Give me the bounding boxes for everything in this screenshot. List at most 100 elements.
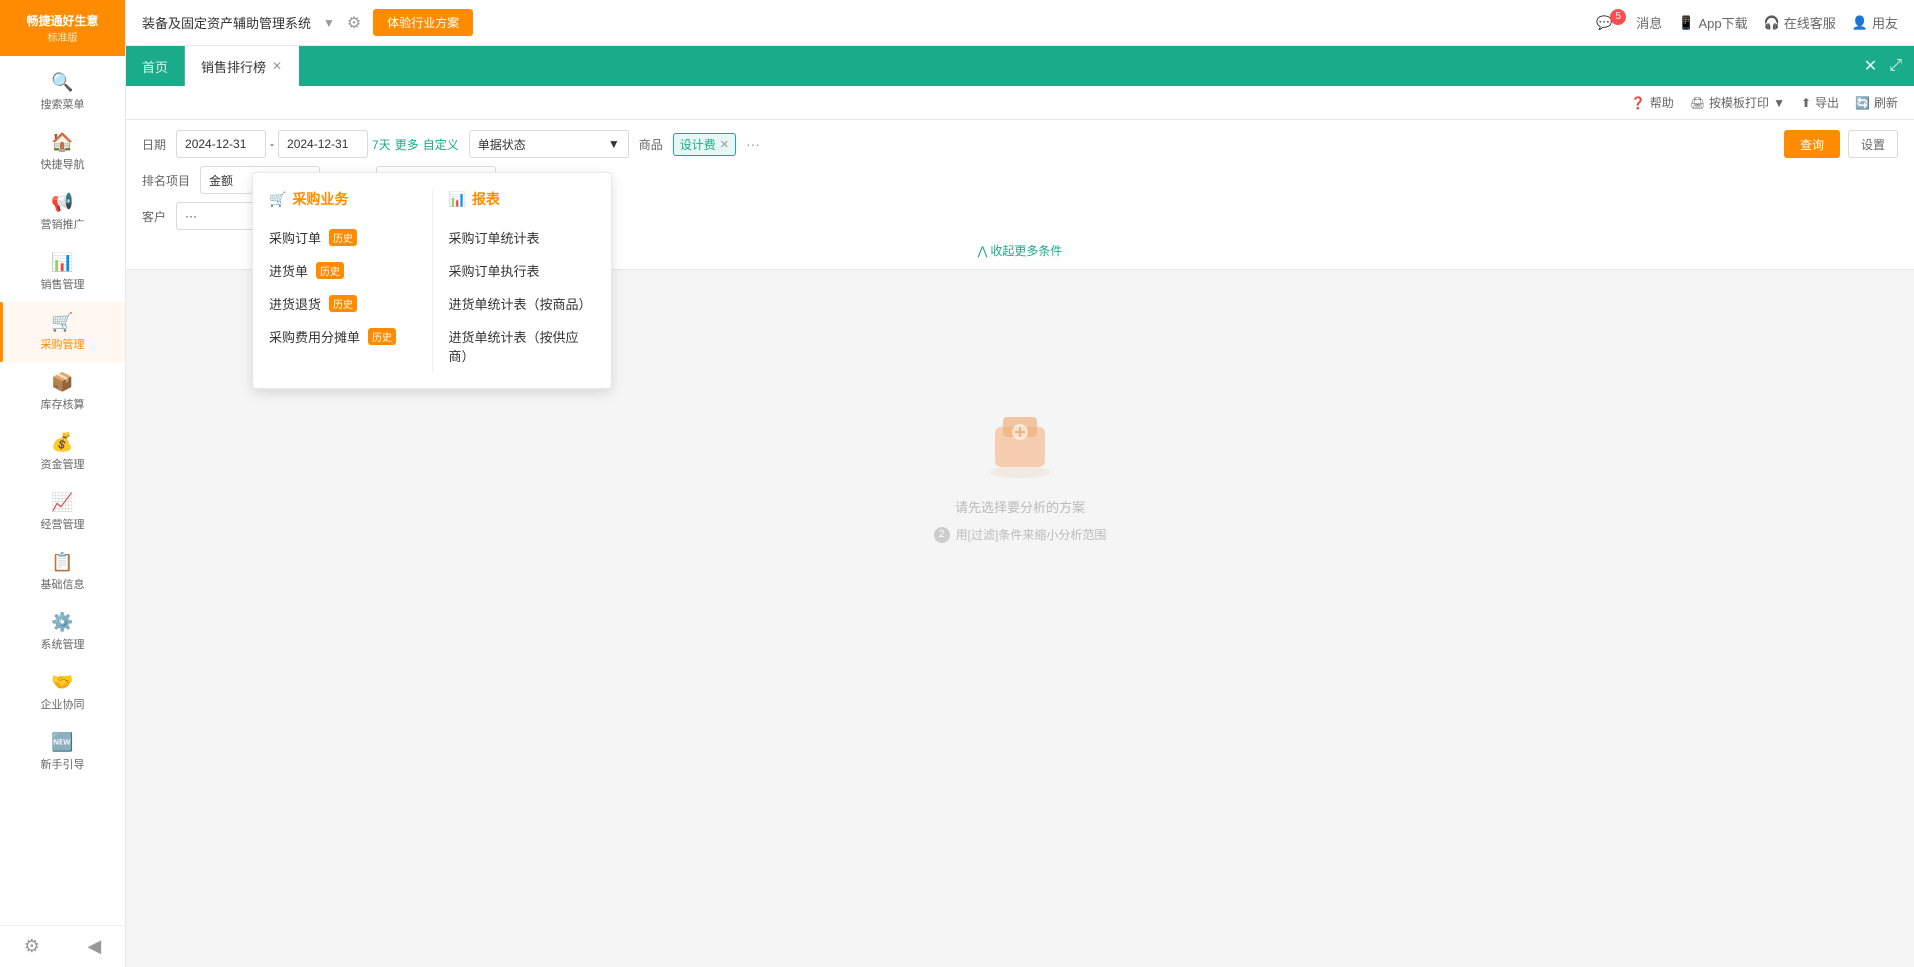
hint2-bullet: 2 xyxy=(934,527,950,543)
date-7days-link[interactable]: 7天 xyxy=(372,136,391,153)
popup-menu: 🛒 采购业务 采购订单 历史 进货单 历史 进货退货 历史 xyxy=(252,172,612,389)
user-btn[interactable]: 👤 用友 xyxy=(1852,13,1898,32)
sidebar-item-finance[interactable]: 💰 资金管理 xyxy=(0,422,125,482)
content-area: ❓ 帮助 🖨 按模板打印 ▼ ⬆ 导出 🔄 刷新 日期 xyxy=(126,86,1914,967)
filter-row-1: 日期 2024-12-31 - 2024-12-31 7天 更多 自定义 单据状… xyxy=(142,130,1898,158)
popup-item-expense[interactable]: 采购费用分摊单 历史 xyxy=(269,320,416,353)
help-icon: ❓ xyxy=(1631,96,1646,110)
sidebar-item-purchase[interactable]: 🛒 采购管理 xyxy=(0,302,125,362)
settings-footer-btn[interactable]: ⚙ xyxy=(24,936,40,957)
date-more-link[interactable]: 更多 xyxy=(395,136,419,153)
query-btn[interactable]: 查询 xyxy=(1784,130,1840,158)
tab-home[interactable]: 首页 xyxy=(126,46,185,86)
tabbar-actions: ✕ ⤢ xyxy=(1852,46,1914,86)
date-end-input[interactable]: 2024-12-31 xyxy=(278,130,368,158)
goods-more-icon[interactable]: ··· xyxy=(746,136,760,152)
sidebar-item-label: 经营管理 xyxy=(41,516,85,532)
collapse-btn[interactable]: ⋀ 收起更多条件 xyxy=(978,242,1063,259)
new-icon: 🆕 xyxy=(51,732,73,753)
user-label: 用友 xyxy=(1872,13,1898,32)
topbar-right: 💬 5 消息 📱 App下载 🎧 在线客服 👤 用友 xyxy=(1596,13,1898,32)
sidebar-item-label: 资金管理 xyxy=(41,456,85,472)
sidebar-item-sales[interactable]: 📊 销售管理 xyxy=(0,242,125,302)
export-icon: ⬆ xyxy=(1801,96,1811,110)
popup-item-badge-3: 历史 xyxy=(368,328,396,345)
clipboard-icon: 📋 xyxy=(51,552,73,573)
rank-value: 金额 xyxy=(209,172,233,189)
popup-item-label-1: 进货单 xyxy=(269,261,308,280)
handshake-icon: 🤝 xyxy=(51,672,73,693)
sidebar-item-label: 企业协同 xyxy=(41,696,85,712)
help-btn[interactable]: ❓ 帮助 xyxy=(1631,94,1674,111)
popup-item-order-stats[interactable]: 采购订单统计表 xyxy=(449,221,596,254)
refresh-btn[interactable]: 🔄 刷新 xyxy=(1855,94,1898,111)
purchase-section-title: 🛒 采购业务 xyxy=(269,189,416,209)
sidebar-item-quick-nav[interactable]: 🏠 快捷导航 xyxy=(0,122,125,182)
print-label: 按模板打印 xyxy=(1709,94,1769,111)
popup-item-incoming-stats-goods[interactable]: 进货单统计表（按商品） xyxy=(449,287,596,320)
date-start-input[interactable]: 2024-12-31 xyxy=(176,130,266,158)
goods-tag-text: 设计费 xyxy=(680,136,716,153)
export-btn[interactable]: ⬆ 导出 xyxy=(1801,94,1839,111)
refresh-icon: 🔄 xyxy=(1855,96,1870,110)
message-btn[interactable]: 💬 5 消息 xyxy=(1596,13,1662,32)
logo-sub: 标准版 xyxy=(48,29,78,44)
settings-btn[interactable]: 设置 xyxy=(1848,130,1898,158)
tab-maximize-icon[interactable]: ⤢ xyxy=(1889,57,1902,75)
tab-sales-ranking[interactable]: 销售排行榜 ✕ xyxy=(185,46,299,86)
sidebar-item-label: 销售管理 xyxy=(41,276,85,292)
sidebar-item-inventory[interactable]: 📦 库存核算 xyxy=(0,362,125,422)
sidebar-item-operations[interactable]: 📈 经营管理 xyxy=(0,482,125,542)
popup-item-badge-2: 历史 xyxy=(329,295,357,312)
popup-item-label-0: 采购订单 xyxy=(269,228,321,247)
box-icon: 📦 xyxy=(51,372,73,393)
sidebar-item-label: 库存核算 xyxy=(41,396,85,412)
refresh-label: 刷新 xyxy=(1874,94,1898,111)
sidebar-item-guide[interactable]: 🆕 新手引导 xyxy=(0,722,125,782)
empty-hint1: 请先选择要分析的方案 xyxy=(955,497,1085,516)
sidebar-item-label: 营销推广 xyxy=(41,216,85,232)
industry-btn[interactable]: 体验行业方案 xyxy=(373,9,473,36)
toolbar: ❓ 帮助 🖨 按模板打印 ▼ ⬆ 导出 🔄 刷新 xyxy=(126,86,1914,120)
popup-item-incoming[interactable]: 进货单 历史 xyxy=(269,254,416,287)
popup-item-label-3: 采购费用分摊单 xyxy=(269,327,360,346)
gear-icon: ⚙️ xyxy=(51,612,73,633)
sidebar-footer: ⚙ ◀ xyxy=(0,925,125,967)
sidebar-item-search[interactable]: 🔍 搜索菜单 xyxy=(0,62,125,122)
phone-icon: 📱 xyxy=(1678,15,1694,31)
tabbar: 首页 销售排行榜 ✕ ✕ ⤢ xyxy=(126,46,1914,86)
line-chart-icon: 📈 xyxy=(51,492,73,513)
print-btn[interactable]: 🖨 按模板打印 ▼ xyxy=(1690,94,1785,111)
sidebar-item-label: 系统管理 xyxy=(41,636,85,652)
tab-minimize-icon[interactable]: ✕ xyxy=(1864,56,1877,76)
topbar-dropdown-arrow[interactable]: ▼ xyxy=(323,16,335,30)
print-dropdown-icon[interactable]: ▼ xyxy=(1773,96,1785,110)
report-section-title: 📊 报表 xyxy=(449,189,596,209)
goods-filter-label: 商品 xyxy=(639,136,663,153)
popup-report-label-0: 采购订单统计表 xyxy=(449,228,540,247)
goods-tag-close-icon[interactable]: ✕ xyxy=(720,138,729,151)
status-select[interactable]: 单据状态 ▼ xyxy=(469,130,629,158)
popup-item-purchase-order[interactable]: 采购订单 历史 xyxy=(269,221,416,254)
date-custom-link[interactable]: 自定义 xyxy=(423,136,459,153)
empty-hint2: 2 用[过滤]条件来缩小分析范围 xyxy=(934,526,1107,543)
app-download-btn[interactable]: 📱 App下载 xyxy=(1678,13,1747,32)
online-service-btn[interactable]: 🎧 在线客服 xyxy=(1764,13,1836,32)
popup-item-return[interactable]: 进货退货 历史 xyxy=(269,287,416,320)
collapse-sidebar-btn[interactable]: ◀ xyxy=(87,936,101,957)
topbar-settings-icon[interactable]: ⚙ xyxy=(347,13,361,33)
popup-item-incoming-stats-supplier[interactable]: 进货单统计表（按供应商） xyxy=(449,320,596,372)
sidebar-item-basic-info[interactable]: 📋 基础信息 xyxy=(0,542,125,602)
online-service-label: 在线客服 xyxy=(1784,13,1836,32)
customer-label: 客户 xyxy=(142,208,166,225)
popup-item-order-exec[interactable]: 采购订单执行表 xyxy=(449,254,596,287)
rank-label: 排名项目 xyxy=(142,172,190,189)
sidebar-item-cooperation[interactable]: 🤝 企业协同 xyxy=(0,662,125,722)
sidebar-item-system[interactable]: ⚙️ 系统管理 xyxy=(0,602,125,662)
tab-close-icon[interactable]: ✕ xyxy=(272,59,282,73)
sidebar-item-marketing[interactable]: 📢 营销推广 xyxy=(0,182,125,242)
system-title: 装备及固定资产辅助管理系统 xyxy=(142,13,311,32)
date-range: 2024-12-31 - 2024-12-31 7天 更多 自定义 xyxy=(176,130,459,158)
purchase-section: 🛒 采购业务 采购订单 历史 进货单 历史 进货退货 历史 xyxy=(269,189,416,372)
money-icon: 💰 xyxy=(51,432,73,453)
